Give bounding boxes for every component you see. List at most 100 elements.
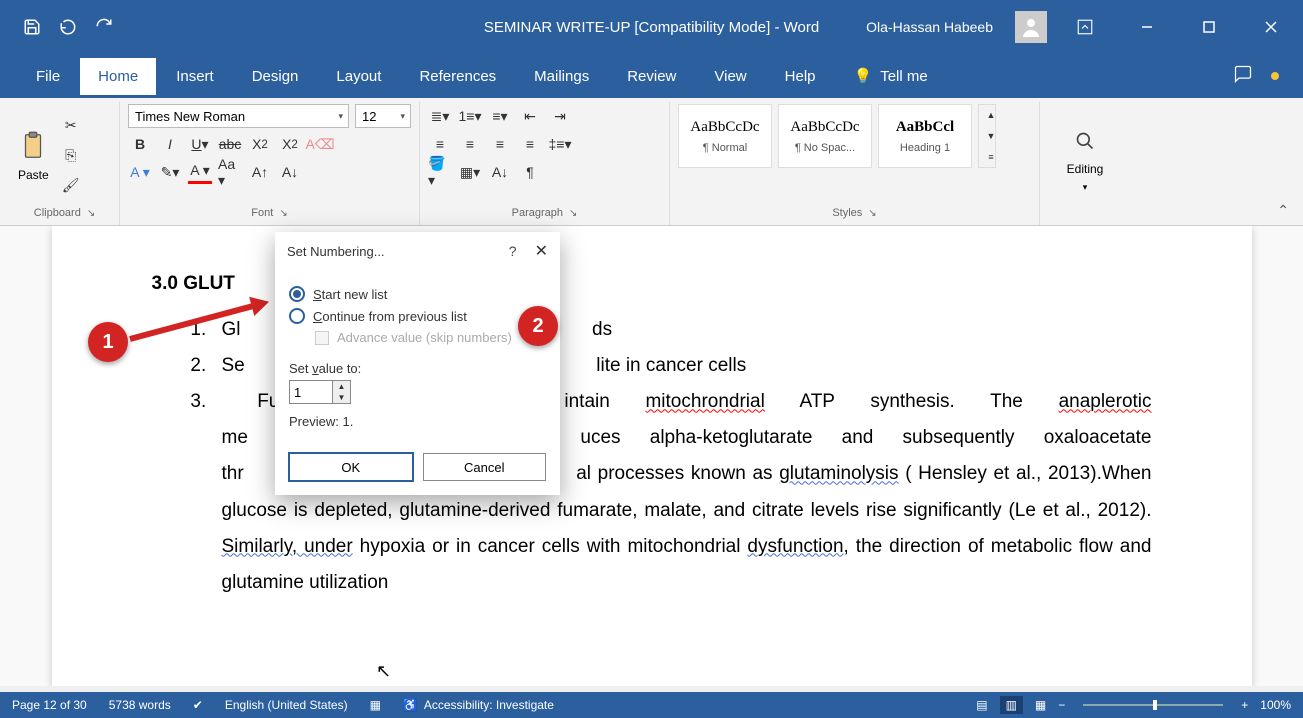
cut-icon[interactable]: ✂	[59, 114, 83, 138]
styles-down-icon[interactable]: ▼	[979, 126, 1003, 147]
strikethrough-button[interactable]: abc	[218, 132, 242, 156]
styles-launcher[interactable]: ↘	[868, 208, 876, 219]
superscript-button[interactable]: X2	[278, 132, 302, 156]
spellcheck-icon[interactable]: ✔	[193, 698, 203, 712]
paragraph-launcher[interactable]: ↘	[569, 208, 577, 219]
font-launcher[interactable]: ↘	[279, 208, 287, 219]
sort-button[interactable]: A↓	[488, 160, 512, 184]
read-mode-icon[interactable]: ▤	[976, 698, 987, 712]
spinner-down-icon[interactable]: ▼	[333, 392, 350, 403]
bold-button[interactable]: B	[128, 132, 152, 156]
print-layout-icon[interactable]: ▥	[1000, 696, 1023, 714]
collapse-ribbon-icon[interactable]: ⌃	[1277, 202, 1289, 219]
font-size-combo[interactable]: 12	[355, 104, 411, 128]
checkbox-icon	[315, 331, 329, 345]
style-heading1[interactable]: AaBbCclHeading 1	[878, 104, 972, 168]
tab-mailings[interactable]: Mailings	[516, 58, 607, 95]
ribbon-tabs: File Home Insert Design Layout Reference…	[0, 54, 1303, 98]
justify-button[interactable]: ≡	[518, 132, 542, 156]
change-case-button[interactable]: Aa ▾	[218, 160, 242, 184]
word-count[interactable]: 5738 words	[109, 698, 171, 712]
help-icon[interactable]: ?	[509, 243, 517, 259]
set-value-spinner[interactable]: ▲▼	[289, 380, 351, 404]
numbering-button[interactable]: 1≡▾	[458, 104, 482, 128]
borders-button[interactable]: ▦▾	[458, 160, 482, 184]
zoom-level[interactable]: 100%	[1260, 698, 1291, 712]
radio-start-new-list[interactable]: Start new list	[289, 286, 546, 302]
macro-icon[interactable]: ▦	[370, 698, 381, 712]
styles-more-icon[interactable]: ≡	[979, 146, 1003, 167]
shrink-font-button[interactable]: A↓	[278, 160, 302, 184]
accessibility-status[interactable]: ♿Accessibility: Investigate	[403, 698, 554, 712]
zoom-slider[interactable]	[1083, 704, 1223, 706]
language-status[interactable]: English (United States)	[225, 698, 348, 712]
preview-label: Preview: 1.	[289, 414, 546, 429]
format-painter-icon[interactable]: 🖌	[59, 174, 83, 198]
tab-layout[interactable]: Layout	[318, 58, 399, 95]
decrease-indent-button[interactable]: ⇤	[518, 104, 542, 128]
multilevel-button[interactable]: ≡▾	[488, 104, 512, 128]
set-value-input[interactable]	[290, 381, 332, 403]
ribbon-options-icon[interactable]	[1061, 9, 1109, 45]
bullets-button[interactable]: ≣▾	[428, 104, 452, 128]
radio-continue-list[interactable]: Continue from previous list	[289, 308, 546, 324]
save-icon[interactable]	[20, 15, 44, 39]
tab-file[interactable]: File	[18, 58, 78, 95]
clipboard-launcher[interactable]: ↘	[87, 208, 95, 219]
title-bar: SEMINAR WRITE-UP [Compatibility Mode] - …	[0, 0, 1303, 54]
zoom-in-button[interactable]: +	[1241, 698, 1248, 712]
italic-button[interactable]: I	[158, 132, 182, 156]
underline-button[interactable]: U ▾	[188, 132, 212, 156]
line-spacing-button[interactable]: ‡≡▾	[548, 132, 572, 156]
tab-design[interactable]: Design	[234, 58, 317, 95]
grow-font-button[interactable]: A↑	[248, 160, 272, 184]
font-color-button[interactable]: A ▾	[188, 160, 212, 184]
cursor-icon: ↖	[376, 654, 391, 686]
close-icon[interactable]: ✕	[535, 241, 548, 261]
font-name-combo[interactable]: Times New Roman	[128, 104, 349, 128]
copy-icon[interactable]: ⎘	[59, 144, 83, 168]
editing-button[interactable]: Editing ▾	[1067, 131, 1104, 193]
tab-home[interactable]: Home	[80, 58, 156, 95]
align-left-button[interactable]: ≡	[428, 132, 452, 156]
align-right-button[interactable]: ≡	[488, 132, 512, 156]
spinner-up-icon[interactable]: ▲	[333, 381, 350, 392]
shading-button[interactable]: 🪣▾	[428, 160, 452, 184]
cancel-button[interactable]: Cancel	[423, 453, 547, 481]
align-center-button[interactable]: ≡	[458, 132, 482, 156]
document-area[interactable]: 3.0 GLUT Glxxxxxxxxxxxxxxxxxxxxxxxxxxxxx…	[0, 226, 1303, 686]
tab-references[interactable]: References	[401, 58, 514, 95]
user-name: Ola-Hassan Habeeb	[866, 19, 993, 35]
text-effects-button[interactable]: A ▾	[128, 160, 152, 184]
tab-review[interactable]: Review	[609, 58, 694, 95]
zoom-out-button[interactable]: −	[1058, 698, 1065, 712]
redo-icon[interactable]	[92, 15, 116, 39]
show-marks-button[interactable]: ¶	[518, 160, 542, 184]
tell-me[interactable]: 💡 Tell me	[836, 57, 946, 95]
clipboard-icon	[18, 129, 48, 168]
close-button[interactable]	[1247, 9, 1295, 45]
undo-icon[interactable]	[56, 15, 80, 39]
tab-help[interactable]: Help	[767, 58, 834, 95]
styles-up-icon[interactable]: ▲	[979, 105, 1003, 126]
clipboard-group-label: Clipboard	[34, 207, 81, 219]
share-icon[interactable]	[1271, 72, 1279, 80]
style-normal[interactable]: AaBbCcDc¶ Normal	[678, 104, 772, 168]
minimize-button[interactable]	[1123, 9, 1171, 45]
user-avatar[interactable]	[1015, 11, 1047, 43]
web-layout-icon[interactable]: ▦	[1035, 698, 1046, 712]
increase-indent-button[interactable]: ⇥	[548, 104, 572, 128]
styles-gallery[interactable]: AaBbCcDc¶ Normal AaBbCcDc¶ No Spac... Aa…	[678, 104, 1031, 168]
style-no-spacing[interactable]: AaBbCcDc¶ No Spac...	[778, 104, 872, 168]
page-count[interactable]: Page 12 of 30	[12, 698, 87, 712]
tab-view[interactable]: View	[696, 58, 764, 95]
maximize-button[interactable]	[1185, 9, 1233, 45]
comments-icon[interactable]	[1233, 64, 1253, 89]
clear-format-icon[interactable]: A⌫	[308, 132, 332, 156]
subscript-button[interactable]: X2	[248, 132, 272, 156]
highlight-button[interactable]: ✎▾	[158, 160, 182, 184]
ok-button[interactable]: OK	[289, 453, 413, 481]
paste-button[interactable]: Paste	[18, 129, 49, 182]
tab-insert[interactable]: Insert	[158, 58, 232, 95]
style-preview: AaBbCcDc	[790, 119, 859, 136]
